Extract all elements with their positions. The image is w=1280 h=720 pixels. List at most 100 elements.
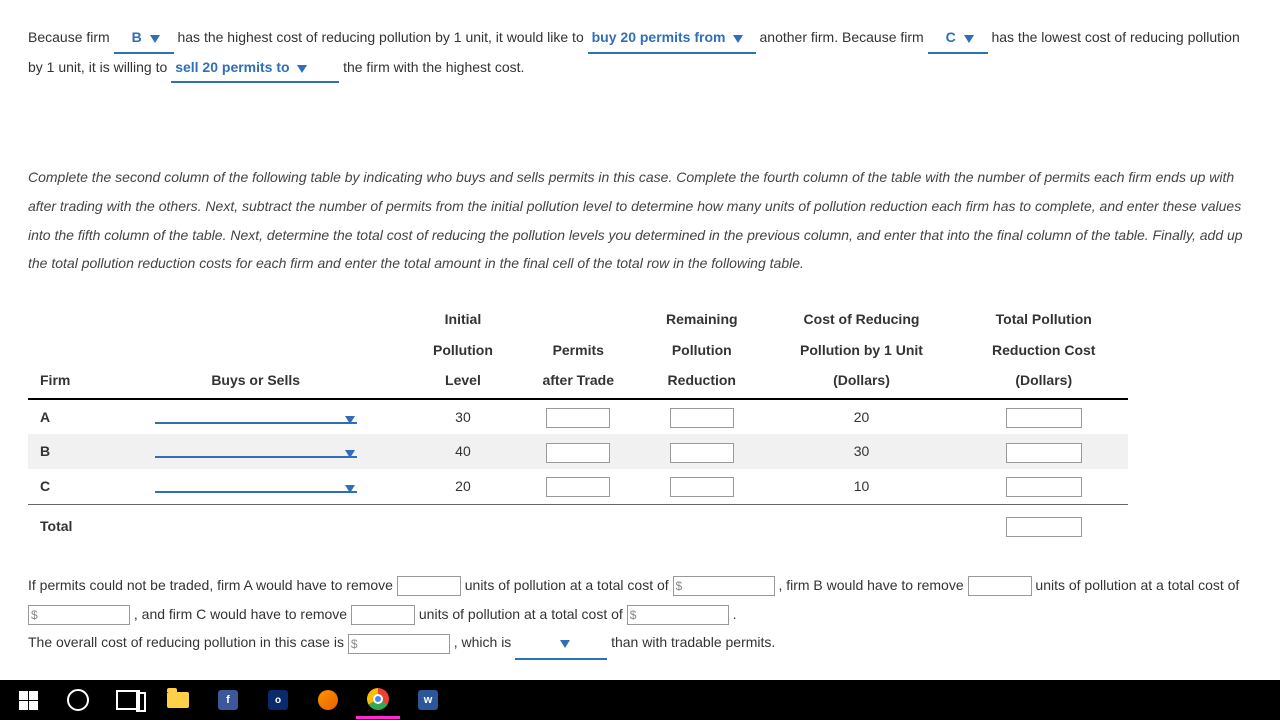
firm-lowest-cost-dropdown[interactable]: C [928,24,988,54]
table-row: B 40 30 [28,434,1128,469]
remaining-reduction-input[interactable] [670,443,734,463]
col-totalcost-h1: Total Pollution [959,304,1128,335]
text: If permits could not be traded, firm A w… [28,577,393,593]
text: Because firm [28,29,110,45]
buys-sells-dropdown[interactable] [155,473,357,493]
dropdown-value: C [946,29,956,45]
firm-c-cost-input[interactable]: $ [627,605,729,625]
firm-b-units-input[interactable] [968,576,1032,596]
chevron-down-icon [345,450,355,458]
file-explorer-button[interactable] [156,683,200,717]
firefox-button[interactable] [306,683,350,717]
chrome-icon [367,688,389,710]
text: , which is [454,634,512,650]
col-permits-h1: Permits [516,335,640,366]
dropdown-value: B [132,29,142,45]
windows-taskbar: f o w [0,680,1280,720]
col-initial-h2: Pollution [409,335,516,366]
text: units of pollution at a total cost of [1035,577,1239,593]
col-permits-h2: after Trade [516,365,640,399]
instructions-paragraph: Complete the second column of the follow… [28,163,1252,278]
col-initial-h1: Initial [409,304,516,335]
chevron-down-icon [560,629,570,658]
col-remaining-h3: Reduction [640,365,764,399]
firefox-icon [318,690,338,710]
start-button[interactable] [6,683,50,717]
grand-total-input[interactable] [1006,517,1082,537]
text: units of pollution at a total cost of [419,606,623,622]
col-unitcost-h3: (Dollars) [764,365,960,399]
firm-label: B [28,434,102,469]
facebook-button[interactable]: f [206,683,250,717]
col-unitcost-h2: Pollution by 1 Unit [764,335,960,366]
text: , firm B would have to remove [778,577,963,593]
permits-after-trade-input[interactable] [546,408,610,428]
remaining-reduction-input[interactable] [670,408,734,428]
word-icon: w [418,690,438,710]
text: The overall cost of reducing pollution i… [28,634,344,650]
chevron-down-icon [150,25,160,52]
initial-pollution: 40 [409,434,516,469]
total-cost-input[interactable] [1006,443,1082,463]
outlook-button[interactable]: o [256,683,300,717]
outlook-icon: o [268,690,288,710]
unit-cost: 20 [764,399,960,435]
total-label: Total [28,504,102,547]
col-totalcost-h3: (Dollars) [959,365,1128,399]
text: has the highest cost of reducing polluti… [177,29,583,45]
firm-b-cost-input[interactable]: $ [28,605,130,625]
chevron-down-icon [345,416,355,424]
comparison-dropdown[interactable] [515,628,607,660]
remaining-reduction-input[interactable] [670,477,734,497]
firm-label: C [28,469,102,504]
windows-icon [19,691,38,710]
text: . [733,606,737,622]
firm-a-cost-input[interactable]: $ [673,576,775,596]
buys-sells-dropdown[interactable] [155,438,357,458]
text: the firm with the highest cost. [343,59,524,75]
permits-after-trade-input[interactable] [546,477,610,497]
text: than with tradable permits. [611,634,775,650]
chrome-button[interactable] [356,682,400,719]
circle-icon [67,689,89,711]
firm-highest-cost-dropdown[interactable]: B [114,24,174,54]
chevron-down-icon [297,55,307,82]
cortana-button[interactable] [56,683,100,717]
facebook-icon: f [218,690,238,710]
total-cost-input[interactable] [1006,408,1082,428]
dropdown-value: sell 20 permits to [175,59,289,75]
unit-cost: 30 [764,434,960,469]
col-initial-h3: Level [409,365,516,399]
text: units of pollution at a total cost of [465,577,669,593]
col-unitcost-h1: Cost of Reducing [764,304,960,335]
col-firm: Firm [28,365,102,399]
table-row: C 20 10 [28,469,1128,504]
unit-cost: 10 [764,469,960,504]
buys-sells-dropdown[interactable] [155,404,357,424]
action-lowest-cost-dropdown[interactable]: sell 20 permits to [171,54,339,84]
text: another firm. Because firm [760,29,924,45]
col-totalcost-h2: Reduction Cost [959,335,1128,366]
table-row: A 30 20 [28,399,1128,435]
chevron-down-icon [345,485,355,493]
task-view-icon [116,690,140,710]
table-row-total: Total [28,504,1128,547]
permits-table: Initial Remaining Cost of Reducing Total… [28,304,1128,547]
task-view-button[interactable] [106,683,150,717]
permits-after-trade-input[interactable] [546,443,610,463]
col-remaining-h2: Pollution [640,335,764,366]
chevron-down-icon [964,25,974,52]
no-trade-paragraph: If permits could not be traded, firm A w… [28,571,1252,660]
col-buys-sells: Buys or Sells [102,365,410,399]
dropdown-value: buy 20 permits from [592,29,726,45]
firm-c-units-input[interactable] [351,605,415,625]
word-button[interactable]: w [406,683,450,717]
chevron-down-icon [733,25,743,52]
total-cost-input[interactable] [1006,477,1082,497]
action-highest-cost-dropdown[interactable]: buy 20 permits from [588,24,756,54]
initial-pollution: 20 [409,469,516,504]
firm-a-units-input[interactable] [397,576,461,596]
intro-paragraph: Because firm B has the highest cost of r… [28,24,1252,83]
text: , and firm C would have to remove [134,606,347,622]
overall-cost-input[interactable]: $ [348,634,450,654]
